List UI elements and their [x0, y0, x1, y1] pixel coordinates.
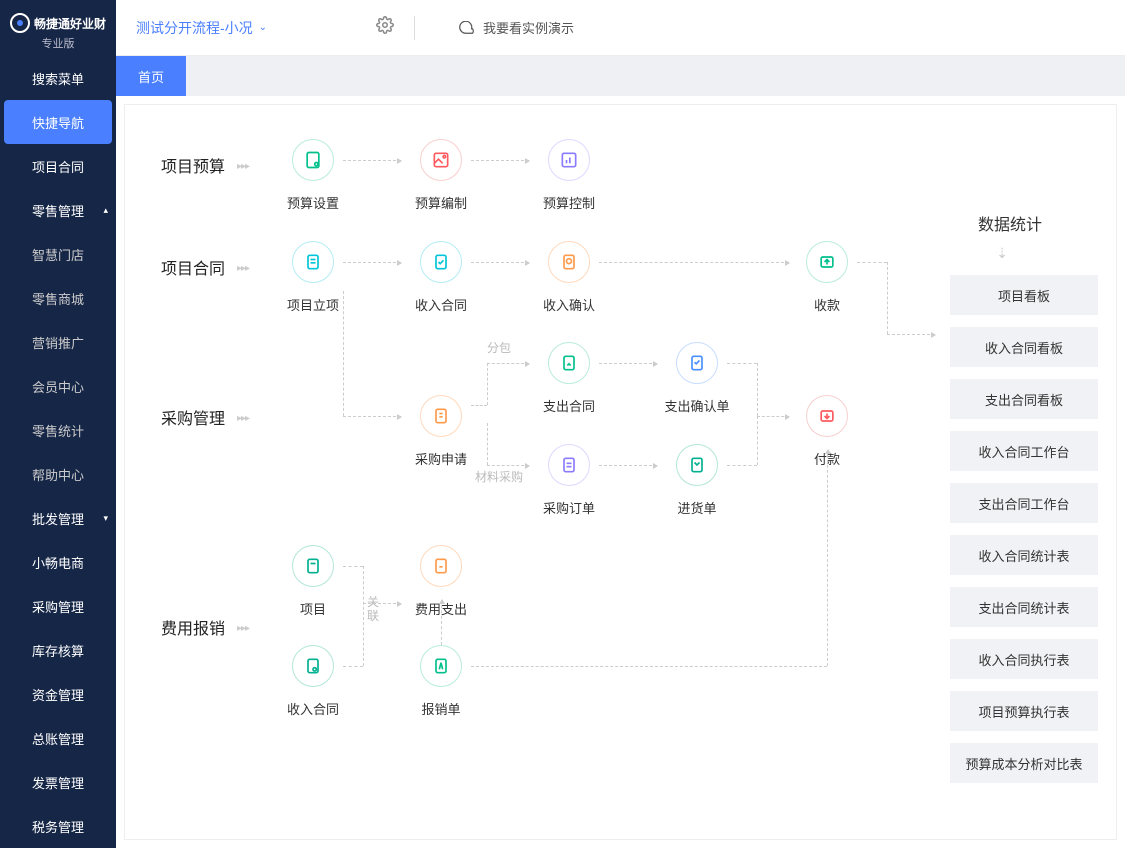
money-out-icon — [817, 406, 837, 426]
project-icon — [303, 556, 323, 576]
label-related: 关 联 — [367, 595, 379, 624]
stat-btn-8[interactable]: 项目预算执行表 — [950, 691, 1098, 731]
reimburse-icon — [431, 656, 451, 676]
brand-logo-icon — [10, 13, 30, 33]
stat-btn-6[interactable]: 支出合同统计表 — [950, 587, 1098, 627]
caret-up-icon: ▴ — [103, 205, 108, 216]
brand-edition: 专业版 — [42, 35, 75, 51]
sidebar-item-retail[interactable]: 零售管理▴ — [0, 188, 116, 232]
label-subcontract: 分包 — [487, 339, 511, 356]
sidebar-item-quicknav[interactable]: 快捷导航 — [4, 100, 112, 144]
gear-icon[interactable] — [376, 16, 394, 39]
org-name: 测试分开流程-小况 — [136, 18, 253, 38]
document-gear-icon — [303, 150, 323, 170]
confirm-doc-icon — [687, 353, 707, 373]
sidebar-search[interactable]: 搜索菜单 — [0, 56, 116, 100]
brand-name: 畅捷通好业财 — [34, 15, 106, 32]
org-selector[interactable]: 测试分开流程-小况 ⌄ — [136, 18, 356, 38]
image-icon — [431, 150, 451, 170]
stats-arrow-icon: ⇣ — [996, 245, 1008, 262]
node-project-setup[interactable]: 项目立项 — [273, 241, 353, 314]
stat-btn-2[interactable]: 支出合同看板 — [950, 379, 1098, 419]
chevron-down-icon: ⌄ — [259, 22, 267, 33]
sidebar-item-ecommerce[interactable]: 小畅电商 — [0, 540, 116, 584]
stat-btn-9[interactable]: 预算成本分析对比表 — [950, 743, 1098, 783]
inbound-icon — [687, 455, 707, 475]
node-receipt[interactable]: 收款 — [787, 241, 867, 314]
node-income-confirm[interactable]: 收入确认 — [529, 241, 609, 314]
stat-btn-3[interactable]: 收入合同工作台 — [950, 431, 1098, 471]
expense-icon — [431, 556, 451, 576]
sidebar-item-ledger[interactable]: 总账管理 — [0, 716, 116, 760]
node-income-contract[interactable]: 收入合同 — [401, 241, 481, 314]
tabbar: 首页 — [116, 56, 1125, 96]
stamp-icon — [559, 252, 579, 272]
node-expense-contract[interactable]: 支出合同 — [529, 342, 609, 415]
sidebar-item-wholesale[interactable]: 批发管理▾ — [0, 496, 116, 540]
node-inbound[interactable]: 进货单 — [657, 444, 737, 517]
sidebar-item-inventory[interactable]: 库存核算 — [0, 628, 116, 672]
row-label-budget: 项目预算 — [161, 153, 225, 177]
sidebar: 畅捷通好业财 专业版 搜索菜单 快捷导航 项目合同 零售管理▴ 智慧门店 零售商… — [0, 0, 116, 848]
contract-out-icon — [559, 353, 579, 373]
node-purchase-order[interactable]: 采购订单 — [529, 444, 609, 517]
sidebar-item-purchase[interactable]: 采购管理 — [0, 584, 116, 628]
row-label-purchase: 采购管理 — [161, 405, 225, 429]
label-material: 材料采购 — [475, 468, 523, 485]
clipboard-icon — [303, 252, 323, 272]
stat-btn-5[interactable]: 收入合同统计表 — [950, 535, 1098, 575]
sidebar-sub-marketing[interactable]: 营销推广 — [0, 320, 116, 364]
stats-title: 数据统计 — [978, 211, 1042, 235]
sidebar-sub-retailmall[interactable]: 零售商城 — [0, 276, 116, 320]
sidebar-sub-member[interactable]: 会员中心 — [0, 364, 116, 408]
sidebar-sub-help[interactable]: 帮助中心 — [0, 452, 116, 496]
sidebar-sub-smartstore[interactable]: 智慧门店 — [0, 232, 116, 276]
chart-icon — [559, 150, 579, 170]
node-expense-confirm[interactable]: 支出确认单 — [657, 342, 737, 415]
sidebar-item-funds[interactable]: 资金管理 — [0, 672, 116, 716]
caret-down-icon: ▾ — [103, 513, 108, 524]
brand-logo: 畅捷通好业财 专业版 — [0, 0, 116, 56]
stat-btn-7[interactable]: 收入合同执行表 — [950, 639, 1098, 679]
node-budget-setting[interactable]: 预算设置 — [273, 139, 353, 212]
order-icon — [559, 455, 579, 475]
sidebar-sub-retailstats[interactable]: 零售统计 — [0, 408, 116, 452]
money-in-icon — [817, 252, 837, 272]
stat-btn-4[interactable]: 支出合同工作台 — [950, 483, 1098, 523]
demo-link[interactable]: 我要看实例演示 — [459, 18, 574, 37]
node-project[interactable]: 项目 — [273, 545, 353, 618]
contract-icon — [303, 656, 323, 676]
row-label-contract: 项目合同 — [161, 255, 225, 279]
cloud-icon — [459, 21, 477, 35]
sidebar-item-tax[interactable]: 税务管理 — [0, 804, 116, 848]
row-label-expense: 费用报销 — [161, 615, 225, 639]
stat-btn-1[interactable]: 收入合同看板 — [950, 327, 1098, 367]
tab-home[interactable]: 首页 — [116, 56, 186, 96]
flow-canvas: 项目预算 ▸▸▸ 项目合同 ▸▸▸ 采购管理 ▸▸▸ 费用报销 ▸▸▸ 预算设置… — [124, 104, 1117, 840]
request-icon — [431, 406, 451, 426]
stats-list: 项目看板 收入合同看板 支出合同看板 收入合同工作台 支出合同工作台 收入合同统… — [950, 275, 1098, 783]
node-reimburse[interactable]: 报销单 — [401, 645, 481, 718]
sidebar-item-project-contract[interactable]: 项目合同 — [0, 144, 116, 188]
topbar: 测试分开流程-小况 ⌄ 我要看实例演示 — [116, 0, 1125, 56]
node-budget-control[interactable]: 预算控制 — [529, 139, 609, 212]
node-budget-compile[interactable]: 预算编制 — [401, 139, 481, 212]
stat-btn-0[interactable]: 项目看板 — [950, 275, 1098, 315]
node-purchase-request[interactable]: 采购申请 — [401, 395, 481, 468]
sidebar-item-invoice[interactable]: 发票管理 — [0, 760, 116, 804]
document-check-icon — [431, 252, 451, 272]
node-income-contract2[interactable]: 收入合同 — [273, 645, 353, 718]
main-area: 项目预算 ▸▸▸ 项目合同 ▸▸▸ 采购管理 ▸▸▸ 费用报销 ▸▸▸ 预算设置… — [116, 96, 1125, 848]
